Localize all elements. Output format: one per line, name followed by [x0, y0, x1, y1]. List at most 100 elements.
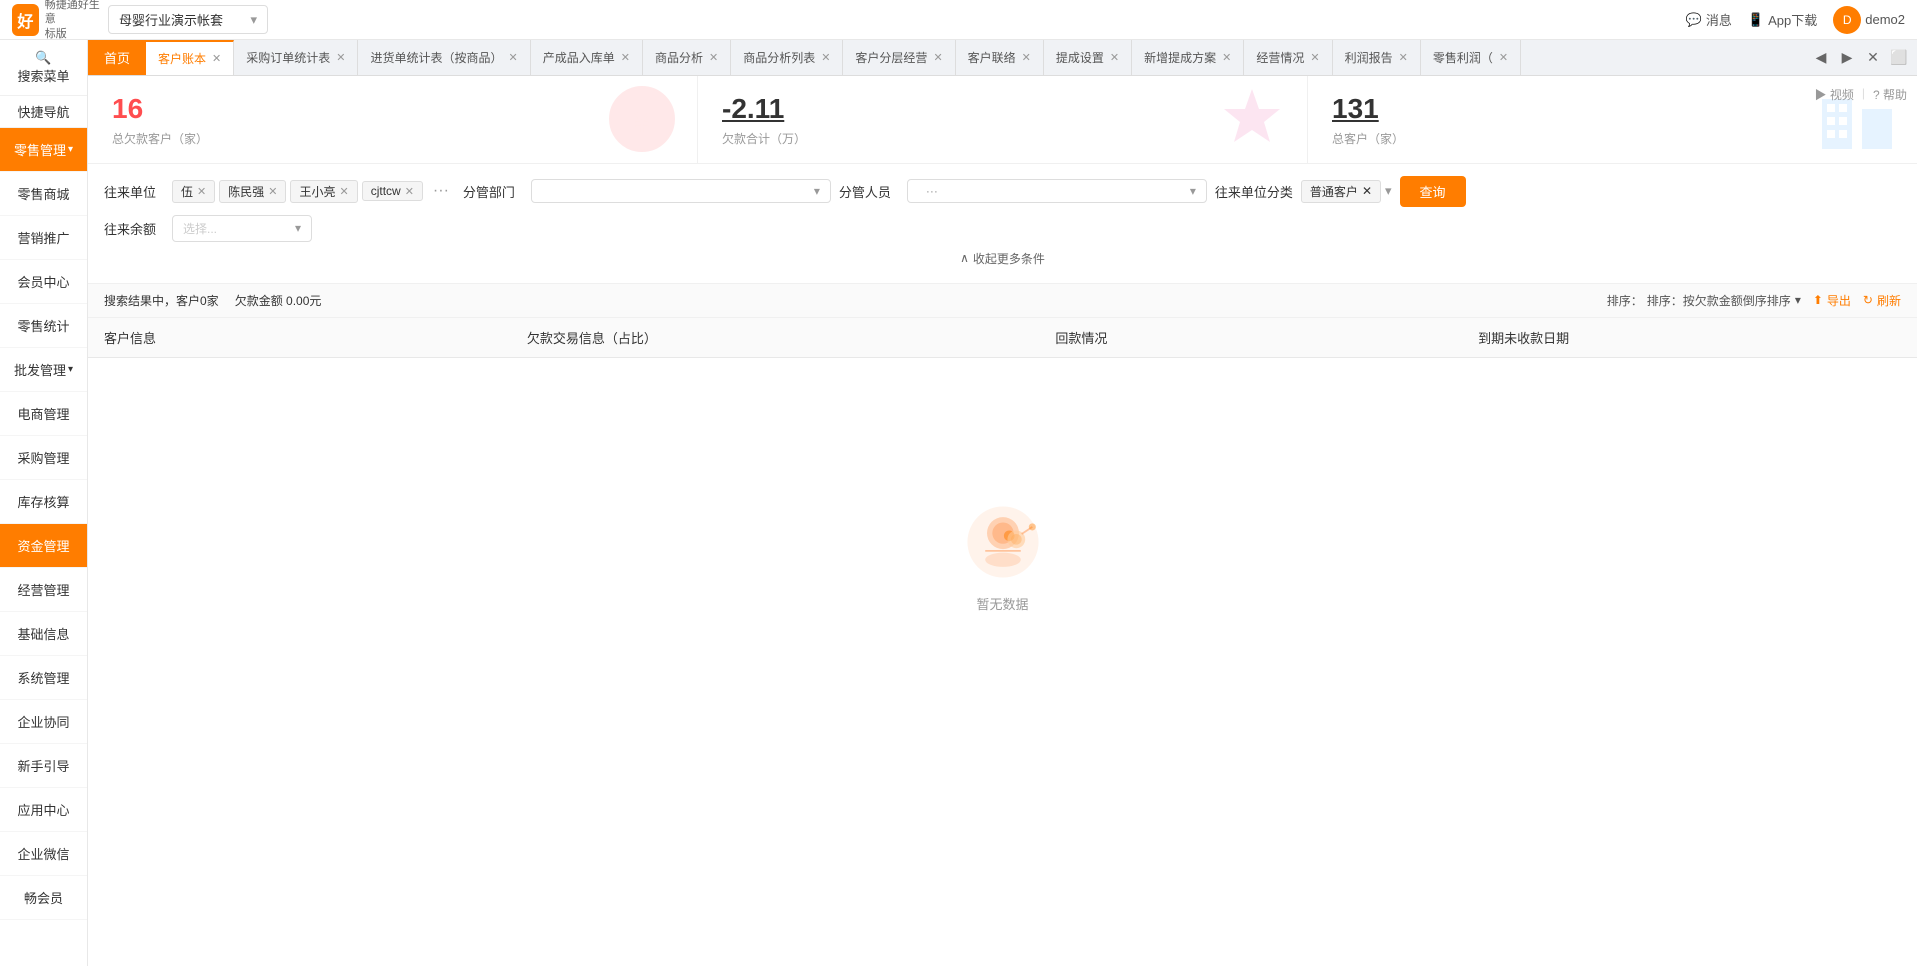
logo-area: 好 畅捷通好生意 标版	[12, 0, 100, 41]
tab-close-commission-plan[interactable]: ✕	[1222, 51, 1231, 64]
person-filter-select[interactable]: ··· ▾	[907, 179, 1207, 203]
stats-bar: ¥ 16 总欠款客户（家） -2.11 欠款合计（万）	[88, 76, 1917, 164]
help-button[interactable]: ? 帮助	[1873, 86, 1907, 103]
account-selector[interactable]: 母婴行业演示帐套 ▾	[108, 5, 268, 34]
unit-class-tag-remove[interactable]: ✕	[1362, 184, 1372, 198]
sidebar-arrow-icon-retail: ▾	[68, 144, 73, 155]
sidebar-item-finance[interactable]: 资金管理	[0, 524, 87, 568]
tab-purchase-order-stats[interactable]: 采购订单统计表 ✕	[234, 40, 358, 75]
sidebar-item-app-center[interactable]: 应用中心	[0, 788, 87, 832]
tab-close-product-analysis[interactable]: ✕	[709, 51, 718, 64]
tab-prev-button[interactable]: ◀	[1809, 46, 1833, 70]
tab-close-purchase-order[interactable]: ✕	[336, 51, 345, 64]
sidebar-item-enterprise[interactable]: 企业协同	[0, 700, 87, 744]
export-icon: ⬆	[1813, 293, 1823, 307]
table-header: 客户信息 欠款交易信息（占比） 回款情况 到期未收款日期	[88, 318, 1917, 358]
unit-class-tags: 普通客户 ✕ ▾	[1301, 180, 1392, 203]
filter-row-unit: 往来单位 伍 ✕ 陈民强 ✕ 王小亮 ✕	[104, 176, 1901, 207]
sidebar-search[interactable]: 🔍 搜索菜单	[0, 40, 87, 96]
tab-new-commission-plan[interactable]: 新增提成方案 ✕	[1132, 40, 1244, 75]
unit-filter-tags: 伍 ✕ 陈民强 ✕ 王小亮 ✕ cjttcw ✕	[172, 180, 455, 203]
sidebar-item-operations[interactable]: 经营管理	[0, 568, 87, 612]
sidebar-item-wechat[interactable]: 企业微信	[0, 832, 87, 876]
person-filter-label: 分管人员	[839, 182, 899, 201]
sidebar-item-member[interactable]: 畅会员	[0, 876, 87, 920]
tab-close-customer-segment[interactable]: ✕	[933, 51, 942, 64]
message-button[interactable]: 💬 消息	[1686, 10, 1732, 29]
unit-tag-more[interactable]: ···	[427, 180, 455, 202]
sidebar-item-system[interactable]: 系统管理	[0, 656, 87, 700]
tab-close-product-analysis-list[interactable]: ✕	[821, 51, 830, 64]
tab-product-analysis[interactable]: 商品分析 ✕	[643, 40, 731, 75]
tab-bar: 首页 客户账本 ✕ 采购订单统计表 ✕ 进货单统计表（按商品） ✕ 产成品入库单…	[88, 40, 1917, 76]
tab-close-product-inbound[interactable]: ✕	[621, 51, 630, 64]
tab-purchase-stats-by-product[interactable]: 进货单统计表（按商品） ✕	[358, 40, 530, 75]
unit-class-arrow-icon[interactable]: ▾	[1385, 183, 1392, 199]
tab-close-profit[interactable]: ✕	[1399, 51, 1408, 64]
sidebar-item-basic-info[interactable]: 基础信息	[0, 612, 87, 656]
svg-text:¥: ¥	[633, 106, 651, 139]
tab-customer-account[interactable]: 客户账本 ✕	[146, 40, 234, 75]
tab-operations[interactable]: 经营情况 ✕	[1244, 40, 1332, 75]
export-button[interactable]: ⬆ 导出	[1813, 292, 1851, 309]
tab-close-customer-contact[interactable]: ✕	[1022, 51, 1031, 64]
tab-product-inbound[interactable]: 产成品入库单 ✕	[531, 40, 643, 75]
sidebar-item-ecommerce[interactable]: 电商管理	[0, 392, 87, 436]
balance-filter-select[interactable]: 选择... ▾	[172, 215, 312, 242]
sidebar-item-newbie[interactable]: 新手引导	[0, 744, 87, 788]
main-layout: 🔍 搜索菜单 快捷导航 零售管理 ▾ 零售商城 营销推广 会员中心 零售统计 批…	[0, 40, 1917, 966]
tab-close-all-button[interactable]: ✕	[1861, 46, 1885, 70]
refresh-button[interactable]: ↻ 刷新	[1863, 292, 1901, 309]
dept-filter-select[interactable]: ▾	[531, 179, 831, 203]
unit-tag-chen-remove[interactable]: ✕	[268, 185, 277, 198]
sidebar-item-retail-mgmt[interactable]: 零售管理 ▾	[0, 128, 87, 172]
user-menu[interactable]: D demo2	[1833, 6, 1905, 34]
collapse-filter-button[interactable]: ∧ 收起更多条件	[960, 250, 1045, 267]
refresh-icon: ↻	[1863, 293, 1873, 307]
tab-commission-settings[interactable]: 提成设置 ✕	[1044, 40, 1132, 75]
sidebar-item-purchase[interactable]: 采购管理	[0, 436, 87, 480]
tab-retail-profit[interactable]: 零售利润（ ✕	[1421, 40, 1521, 75]
sidebar-item-inventory[interactable]: 库存核算	[0, 480, 87, 524]
tab-profit-report[interactable]: 利润报告 ✕	[1333, 40, 1421, 75]
tab-maximize-button[interactable]: ⬜	[1887, 46, 1911, 70]
tab-customer-contact[interactable]: 客户联络 ✕	[956, 40, 1044, 75]
top-header: 好 畅捷通好生意 标版 母婴行业演示帐套 ▾ 💬 消息 📱 App下载 D de…	[0, 0, 1917, 40]
tab-customer-segment[interactable]: 客户分层经营 ✕	[843, 40, 955, 75]
tab-next-button[interactable]: ▶	[1835, 46, 1859, 70]
selector-arrow-icon: ▾	[250, 12, 257, 28]
person-filter-dots[interactable]: ···	[926, 184, 938, 198]
tab-close-purchase-stats[interactable]: ✕	[509, 51, 518, 64]
tab-close-retail-profit[interactable]: ✕	[1499, 51, 1508, 64]
query-button[interactable]: 查询	[1400, 176, 1466, 207]
total-customers-label: 总客户（家）	[1332, 130, 1404, 147]
sidebar-item-marketing[interactable]: 营销推广	[0, 216, 87, 260]
tab-controls: ◀ ▶ ✕ ⬜	[1803, 40, 1917, 75]
tab-product-analysis-list[interactable]: 商品分析列表 ✕	[731, 40, 843, 75]
col-debt-info: 欠款交易信息（占比）	[527, 328, 1056, 347]
results-customer-count: 搜索结果中，客户0家	[104, 292, 219, 309]
tab-home[interactable]: 首页	[88, 40, 146, 75]
total-debtors-number: 16	[112, 92, 208, 126]
sidebar-item-retail-stats[interactable]: 零售统计	[0, 304, 87, 348]
video-help-button[interactable]: ▶ 视频	[1814, 86, 1853, 103]
coin-bg-icon: ¥	[607, 84, 677, 154]
stat-total-debtors: ¥ 16 总欠款客户（家）	[88, 76, 698, 163]
unit-tag-cjttcw-remove[interactable]: ✕	[405, 185, 414, 198]
logo-text: 畅捷通好生意 标版	[45, 0, 100, 41]
tab-close-commission[interactable]: ✕	[1110, 51, 1119, 64]
download-icon: 📱	[1748, 12, 1764, 28]
app-download-button[interactable]: 📱 App下载	[1748, 10, 1817, 29]
sidebar-quick-nav[interactable]: 快捷导航	[0, 96, 87, 128]
sidebar-item-retail-mall[interactable]: 零售商城	[0, 172, 87, 216]
sort-button[interactable]: 排序： 排序：按欠款金额倒序排序 ▾	[1607, 292, 1801, 309]
sidebar-item-wholesale-mgmt[interactable]: 批发管理 ▾	[0, 348, 87, 392]
unit-tag-wu-remove[interactable]: ✕	[197, 185, 206, 198]
unit-tag-wang-remove[interactable]: ✕	[339, 185, 348, 198]
total-debt-number: -2.11	[722, 92, 806, 126]
balance-filter-label: 往来余额	[104, 219, 164, 238]
tab-close-ops[interactable]: ✕	[1310, 51, 1319, 64]
sidebar-item-member-center[interactable]: 会员中心	[0, 260, 87, 304]
tab-close-customer-account[interactable]: ✕	[212, 52, 221, 65]
unit-class-filter-label: 往来单位分类	[1215, 182, 1293, 201]
